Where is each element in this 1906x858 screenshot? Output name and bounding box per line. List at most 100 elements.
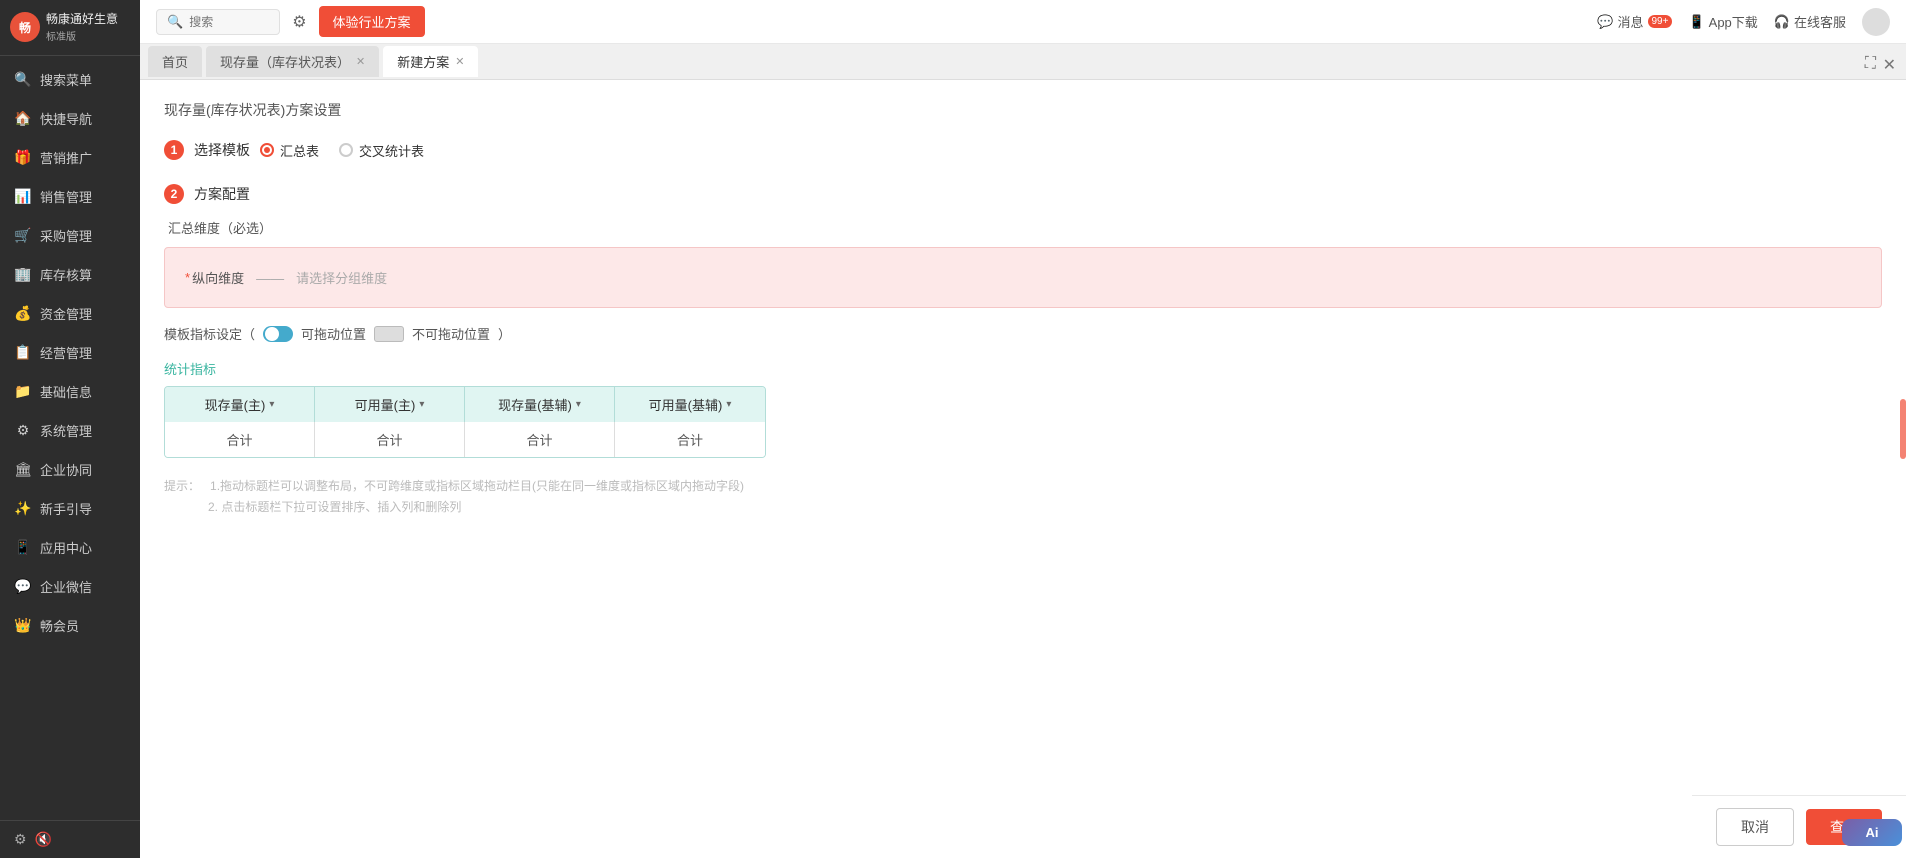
sidebar-item-icon-new-guide: ✨ bbox=[14, 499, 32, 517]
step1-number: 1 bbox=[164, 140, 184, 160]
dimension-placeholder: 请选择分组维度 bbox=[296, 268, 387, 287]
sidebar-item-app-center[interactable]: 📱 应用中心 bbox=[0, 528, 140, 567]
sidebar-item-icon-quick-nav: 🏠 bbox=[14, 109, 32, 127]
sidebar-item-label-enterprise-wechat: 企业微信 bbox=[40, 577, 92, 596]
expand-panel-button[interactable]: ⛶ bbox=[1865, 55, 1876, 73]
stats-table-body: 合计合计合计合计 bbox=[165, 422, 765, 457]
search-input[interactable] bbox=[189, 15, 269, 29]
online-service-item[interactable]: 🎧 在线客服 bbox=[1774, 12, 1846, 31]
sidebar-item-icon-biz-mgmt: 📋 bbox=[14, 343, 32, 361]
step2-number: 2 bbox=[164, 184, 184, 204]
sidebar-item-quick-nav[interactable]: 🏠 快捷导航 bbox=[0, 99, 140, 138]
sidebar-item-enterprise[interactable]: 🏛 企业协同 bbox=[0, 450, 140, 489]
tab-home[interactable]: 首页 bbox=[148, 46, 202, 77]
headset-icon: 🎧 bbox=[1774, 14, 1790, 30]
stats-col-header-label-3: 可用量(基辅) bbox=[649, 395, 723, 414]
dimension-area[interactable]: * 纵向维度 —— 请选择分组维度 bbox=[164, 247, 1882, 308]
sidebar-item-finance[interactable]: 💰 资金管理 bbox=[0, 294, 140, 333]
sidebar-item-label-new-guide: 新手引导 bbox=[40, 499, 92, 518]
tips-section: 提示： 1.拖动标题栏可以调整布局，不可跨维度或指标区域拖动栏目(只能在同一维度… bbox=[164, 477, 1882, 515]
sidebar-item-label-inventory: 库存核算 bbox=[40, 265, 92, 284]
stats-col-header-1[interactable]: 可用量(主)▾ bbox=[315, 387, 465, 422]
app-name: 畅康通好生意 bbox=[46, 12, 118, 28]
sidebar-item-biz-mgmt[interactable]: 📋 经营管理 bbox=[0, 333, 140, 372]
stats-col-header-2[interactable]: 现存量(基辅) ▾ bbox=[465, 387, 615, 422]
settings-icon[interactable]: ⚙ bbox=[14, 831, 27, 848]
messages-item[interactable]: 💬 消息 99+ bbox=[1597, 12, 1672, 31]
online-service-label: 在线客服 bbox=[1794, 12, 1846, 31]
sidebar-item-sales-mgmt[interactable]: 📊 销售管理 bbox=[0, 177, 140, 216]
stats-col-header-label-2: 现存量(基辅) bbox=[498, 395, 572, 414]
dimension-separator: —— bbox=[256, 270, 284, 286]
chevron-down-icon-3: ▾ bbox=[726, 399, 731, 410]
indicator-row: 模板指标设定（ 可拖动位置 不可拖动位置 ） bbox=[164, 324, 1882, 343]
tab-inventory-status[interactable]: 现存量（库存状况表） ✕ bbox=[206, 46, 379, 77]
radio-label-cross: 交叉统计表 bbox=[359, 141, 424, 160]
sidebar-item-label-biz-mgmt: 经营管理 bbox=[40, 343, 92, 362]
sidebar-item-label-enterprise: 企业协同 bbox=[40, 460, 92, 479]
stats-col-cell-3: 合计 bbox=[615, 422, 765, 457]
topbar-right: 💬 消息 99+ 📱 App下载 🎧 在线客服 bbox=[1597, 8, 1890, 36]
sidebar-item-marketing[interactable]: 🎁 营销推广 bbox=[0, 138, 140, 177]
dimension-label: 纵向维度 bbox=[192, 268, 244, 287]
topbar: 🔍 ⚙ 体验行业方案 💬 消息 99+ 📱 App下载 🎧 在线客服 bbox=[140, 0, 1906, 44]
audio-icon[interactable]: 🔇 bbox=[35, 831, 52, 848]
user-avatar[interactable] bbox=[1862, 8, 1890, 36]
tab-new-plan[interactable]: 新建方案✕ bbox=[383, 46, 478, 77]
indicator-suffix: ） bbox=[498, 324, 511, 343]
tab-label-inventory-status: 现存量（库存状况表） bbox=[220, 52, 350, 71]
tip2: 2. 点击标题栏下拉可设置排序、插入列和删除列 bbox=[164, 498, 1882, 515]
radio-option-summary[interactable]: 汇总表 bbox=[260, 141, 319, 160]
sidebar-item-icon-inventory: 🏢 bbox=[14, 265, 32, 283]
sidebar-logo: 畅 畅康通好生意 标准版 bbox=[0, 0, 140, 56]
gear-icon[interactable]: ⚙ bbox=[292, 12, 306, 32]
ai-button[interactable]: Ai bbox=[1842, 819, 1902, 846]
radio-label-summary: 汇总表 bbox=[280, 141, 319, 160]
sidebar-item-sys-mgmt[interactable]: ⚙ 系统管理 bbox=[0, 411, 140, 450]
cancel-button[interactable]: 取消 bbox=[1716, 808, 1794, 846]
close-panel-button[interactable]: ✕ bbox=[1883, 55, 1896, 75]
phone-icon: 📱 bbox=[1688, 14, 1704, 30]
app-download-label: App下载 bbox=[1709, 12, 1758, 31]
draggable-toggle[interactable] bbox=[263, 326, 293, 342]
sidebar-item-icon-sales-mgmt: 📊 bbox=[14, 187, 32, 205]
app-version: 标准版 bbox=[46, 28, 118, 43]
tabs-bar: 首页现存量（库存状况表）✕新建方案✕ bbox=[140, 44, 1906, 80]
stats-col-header-label-0: 现存量(主) bbox=[205, 395, 266, 414]
content-area: 现存量(库存状况表)方案设置 1 选择模板 汇总表 交叉统计表 2 方案配置 bbox=[140, 80, 1906, 858]
try-industry-button[interactable]: 体验行业方案 bbox=[319, 6, 425, 37]
stats-col-header-0[interactable]: 现存量(主)▾ bbox=[165, 387, 315, 422]
sidebar-item-search-menu[interactable]: 🔍 搜索菜单 bbox=[0, 60, 140, 99]
sidebar-item-new-guide[interactable]: ✨ 新手引导 bbox=[0, 489, 140, 528]
tip1: 提示： 1.拖动标题栏可以调整布局，不可跨维度或指标区域拖动栏目(只能在同一维度… bbox=[164, 477, 1882, 494]
app-download-item[interactable]: 📱 App下载 bbox=[1688, 12, 1757, 31]
step2-header: 2 方案配置 bbox=[164, 184, 1882, 204]
sidebar-item-icon-app-center: 📱 bbox=[14, 538, 32, 556]
sidebar-item-vip[interactable]: 👑 畅会员 bbox=[0, 606, 140, 645]
stats-col-header-label-1: 可用量(主) bbox=[355, 395, 416, 414]
sidebar-item-basic-info[interactable]: 📁 基础信息 bbox=[0, 372, 140, 411]
tab-close-new-plan[interactable]: ✕ bbox=[455, 55, 464, 68]
template-options: 汇总表 交叉统计表 bbox=[260, 141, 424, 160]
sidebar-item-icon-purchase-mgmt: 🛒 bbox=[14, 226, 32, 244]
sidebar-item-icon-enterprise: 🏛 bbox=[14, 460, 32, 478]
sidebar-item-label-vip: 畅会员 bbox=[40, 616, 79, 635]
sidebar-item-label-quick-nav: 快捷导航 bbox=[40, 109, 92, 128]
messages-badge: 99+ bbox=[1648, 15, 1673, 28]
dimension-section-label: 汇总维度（必选） bbox=[168, 218, 1882, 237]
indicator-label: 模板指标设定（ bbox=[164, 324, 255, 343]
radio-option-cross[interactable]: 交叉统计表 bbox=[339, 141, 424, 160]
tab-close-inventory-status[interactable]: ✕ bbox=[356, 55, 365, 68]
sidebar-item-purchase-mgmt[interactable]: 🛒 采购管理 bbox=[0, 216, 140, 255]
stats-col-cell-2: 合计 bbox=[465, 422, 615, 457]
sidebar-item-icon-sys-mgmt: ⚙ bbox=[14, 421, 32, 439]
chevron-down-icon-2: ▾ bbox=[576, 399, 581, 410]
search-box[interactable]: 🔍 bbox=[156, 9, 280, 35]
sidebar-item-enterprise-wechat[interactable]: 💬 企业微信 bbox=[0, 567, 140, 606]
stats-col-header-3[interactable]: 可用量(基辅)▾ bbox=[615, 387, 765, 422]
sidebar-item-label-search-menu: 搜索菜单 bbox=[40, 70, 92, 89]
sidebar-item-inventory[interactable]: 🏢 库存核算 bbox=[0, 255, 140, 294]
message-icon: 💬 bbox=[1597, 14, 1613, 30]
sidebar-item-label-app-center: 应用中心 bbox=[40, 538, 92, 557]
main-area: 🔍 ⚙ 体验行业方案 💬 消息 99+ 📱 App下载 🎧 在线客服 首页现存量… bbox=[140, 0, 1906, 858]
